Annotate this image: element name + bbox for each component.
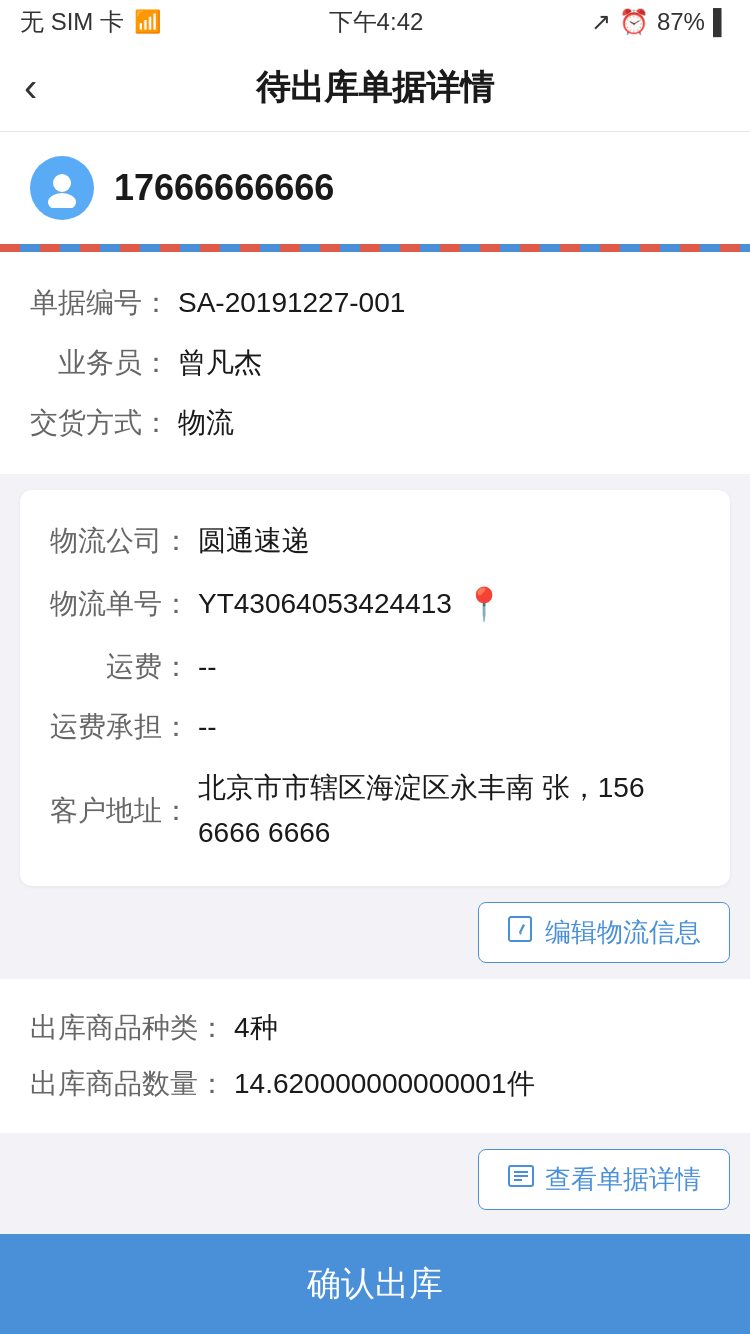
goods-quantity-label: 出库商品数量： (30, 1065, 226, 1103)
freight-value: -- (198, 646, 700, 688)
user-phone: 17666666666 (114, 167, 334, 209)
document-no-label: 单据编号： (30, 282, 170, 324)
time-text: 下午4:42 (329, 6, 424, 38)
nav-bar: ‹ 待出库单据详情 (0, 44, 750, 132)
goods-quantity-row: 出库商品数量： 14.620000000000001件 (30, 1065, 720, 1103)
salesman-label: 业务员： (30, 342, 170, 384)
goods-types-value: 4种 (234, 1009, 278, 1047)
salesman-row: 业务员： 曾凡杰 (30, 342, 720, 384)
address-value: 北京市市辖区海淀区永丰南 张，156 6666 6666 (198, 766, 700, 856)
document-no-value: SA-20191227-001 (178, 282, 720, 324)
location-icon[interactable]: 📍 (464, 580, 504, 628)
wifi-icon: 📶 (134, 9, 161, 35)
section-separator (0, 963, 750, 979)
alarm-icon: ⏰ (619, 8, 649, 36)
user-header: 17666666666 (0, 132, 750, 244)
confirm-bar[interactable]: 确认出库 (0, 1234, 750, 1334)
edit-logistics-label: 编辑物流信息 (545, 915, 701, 950)
back-icon: ‹ (24, 65, 37, 110)
salesman-value: 曾凡杰 (178, 342, 720, 384)
document-no-row: 单据编号： SA-20191227-001 (30, 282, 720, 324)
freight-bearer-label: 运费承担： (50, 706, 190, 748)
goods-types-row: 出库商品种类： 4种 (30, 1009, 720, 1047)
freight-row: 运费： -- (50, 646, 700, 688)
edit-btn-row: 编辑物流信息 (20, 902, 730, 963)
battery-text: 87% (657, 8, 705, 36)
freight-bearer-row: 运费承担： -- (50, 706, 700, 748)
logistics-company-row: 物流公司： 圆通速递 (50, 520, 700, 562)
tracking-no-row: 物流单号： YT43064053424413 📍 (50, 580, 700, 628)
svg-point-1 (48, 193, 76, 208)
basic-info-section: 单据编号： SA-20191227-001 业务员： 曾凡杰 交货方式： 物流 (0, 252, 750, 474)
svg-point-0 (53, 174, 71, 192)
view-detail-label: 查看单据详情 (545, 1162, 701, 1197)
tracking-no-value: YT43064053424413 📍 (198, 580, 700, 628)
delivery-method-label: 交货方式： (30, 402, 170, 444)
logistics-card: 物流公司： 圆通速递 物流单号： YT43064053424413 📍 运费： … (20, 490, 730, 886)
goods-quantity-value: 14.620000000000001件 (234, 1065, 535, 1103)
tracking-no-label: 物流单号： (50, 583, 190, 625)
carrier-text: 无 SIM 卡 (20, 6, 124, 38)
freight-bearer-value: -- (198, 706, 700, 748)
avatar (30, 156, 94, 220)
status-bar: 无 SIM 卡 📶 下午4:42 ↗ ⏰ 87% ▌ (0, 0, 750, 44)
location-icon: ↗ (591, 8, 611, 36)
freight-label: 运费： (50, 646, 190, 688)
logistics-company-value: 圆通速递 (198, 520, 700, 562)
view-btn-row: 查看单据详情 (20, 1149, 730, 1210)
svg-rect-2 (509, 917, 531, 941)
address-row: 客户地址： 北京市市辖区海淀区永丰南 张，156 6666 6666 (50, 766, 700, 856)
back-button[interactable]: ‹ (24, 65, 37, 110)
decorative-divider (0, 244, 750, 252)
goods-types-label: 出库商品种类： (30, 1009, 226, 1047)
battery-icon: ▌ (713, 8, 730, 36)
edit-icon (507, 915, 535, 950)
confirm-button-label: 确认出库 (307, 1261, 443, 1307)
goods-section: 出库商品种类： 4种 出库商品数量： 14.620000000000001件 (0, 979, 750, 1133)
delivery-method-row: 交货方式： 物流 (30, 402, 720, 444)
address-label: 客户地址： (50, 790, 190, 832)
delivery-method-value: 物流 (178, 402, 720, 444)
list-icon (507, 1162, 535, 1197)
view-detail-button[interactable]: 查看单据详情 (478, 1149, 730, 1210)
logistics-company-label: 物流公司： (50, 520, 190, 562)
edit-logistics-button[interactable]: 编辑物流信息 (478, 902, 730, 963)
page-title: 待出库单据详情 (256, 65, 494, 111)
